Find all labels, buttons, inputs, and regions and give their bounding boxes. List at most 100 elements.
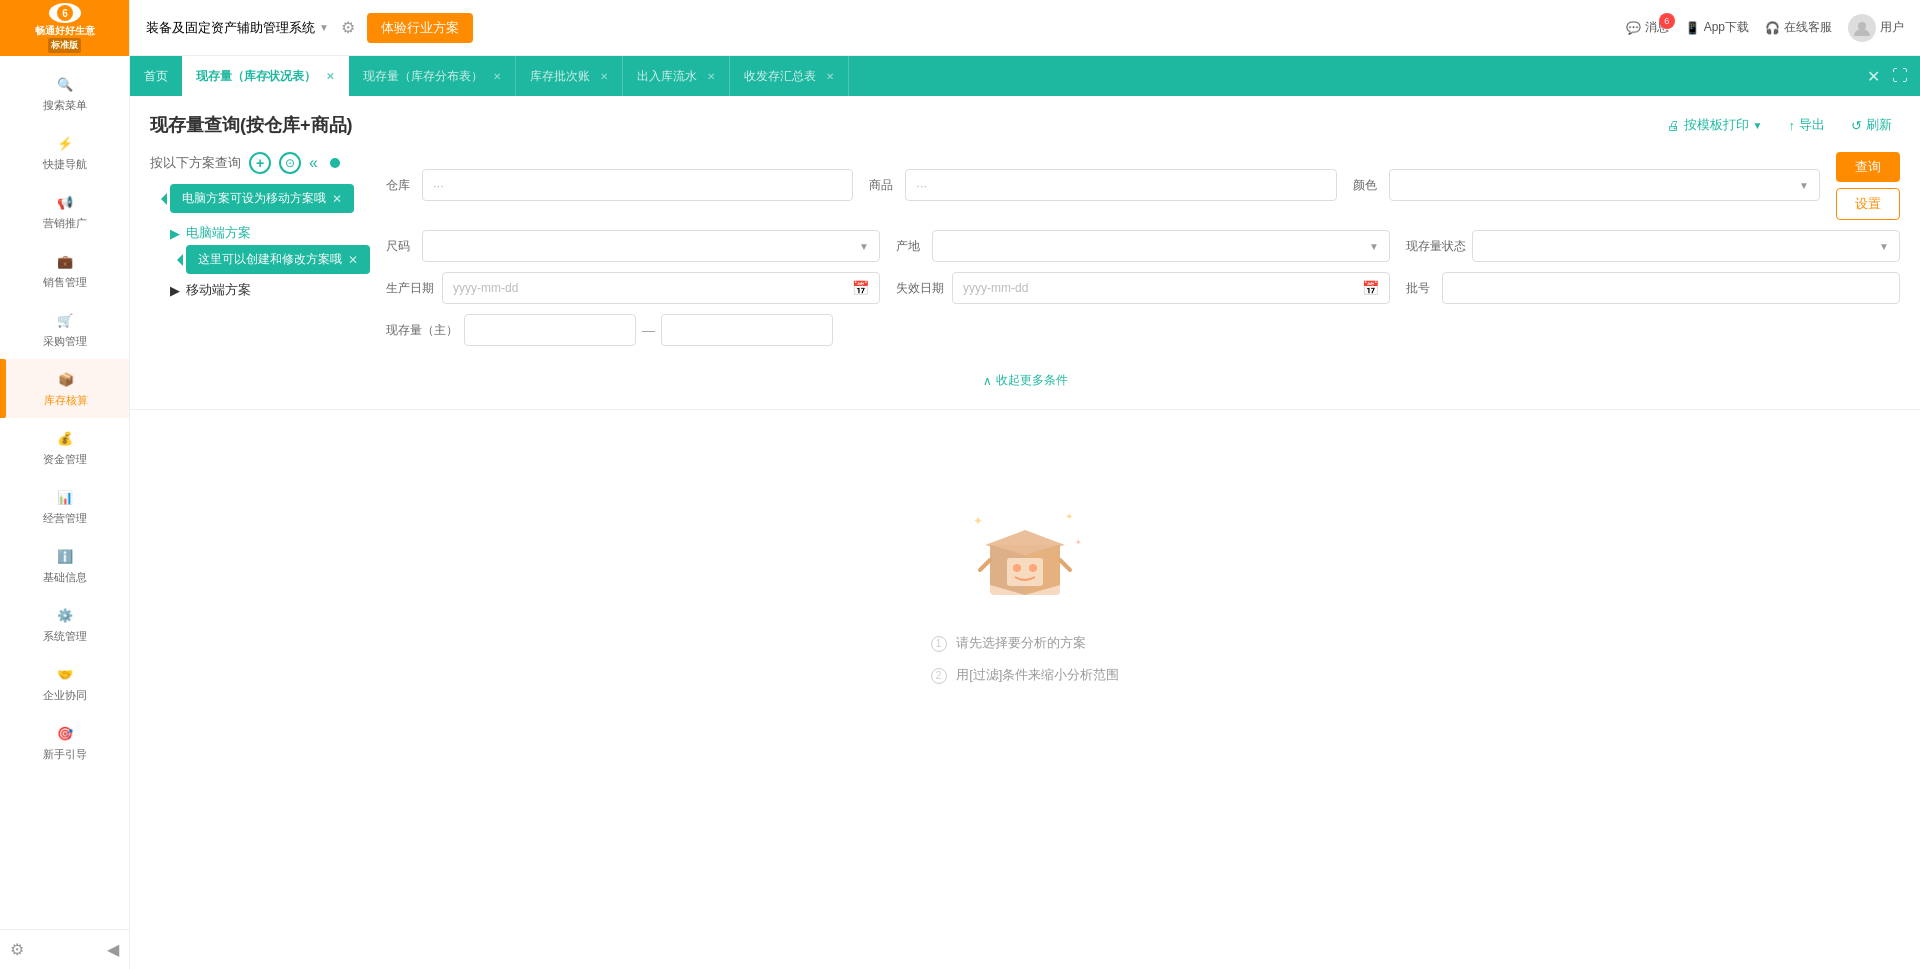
exp-date-label: 失效日期 [896, 280, 946, 297]
tab-home-label: 首页 [144, 68, 168, 85]
warehouse-select[interactable]: ··· [422, 169, 853, 201]
sidebar-item-purchase[interactable]: 🛒 采购管理 [0, 300, 129, 359]
svg-text:✦: ✦ [1075, 538, 1082, 547]
sidebar-item-cooperation[interactable]: 🤝 企业协同 [0, 654, 129, 713]
tab-close-icon[interactable]: ✕ [600, 71, 608, 82]
headset-icon: 🎧 [1765, 21, 1780, 35]
sidebar-item-finance[interactable]: 💰 资金管理 [0, 418, 129, 477]
product-label: 商品 [869, 177, 899, 194]
inv-range-min[interactable] [464, 314, 636, 346]
tab-close-all-icon[interactable]: ✕ [1863, 63, 1884, 90]
header-right: 💬 6 消息 📱 App下载 🎧 在线客服 用户 [1626, 14, 1904, 42]
sidebar-item-sales[interactable]: 💼 销售管理 [0, 241, 129, 300]
sidebar-item-inventory[interactable]: 📦 库存核算 [0, 359, 129, 418]
print-btn[interactable]: 🖨 按模板打印 ▼ [1659, 112, 1771, 138]
filter-fields: 仓库 ··· 商品 ··· [386, 150, 1900, 356]
collapse-btn[interactable]: ∧ 收起更多条件 [150, 364, 1900, 397]
page-actions: 🖨 按模板打印 ▼ ↑ 导出 ↺ 刷新 [1659, 112, 1900, 138]
schema-label: 移动端方案 [186, 281, 251, 299]
tab-close-icon[interactable]: ✕ [707, 71, 715, 82]
schema-panel: 按以下方案查询 + ⊙ « 电脑方案可设为移动方案哦 ✕ [150, 150, 370, 302]
tooltip-pc-close[interactable]: ✕ [332, 192, 342, 206]
sidebar-item-info[interactable]: ℹ️ 基础信息 [0, 536, 129, 595]
tab-close-icon[interactable]: ✕ [493, 71, 501, 82]
svg-point-5 [1013, 564, 1021, 572]
system-selector[interactable]: 装备及固定资产辅助管理系统 ▼ [146, 19, 329, 37]
svg-line-8 [1060, 560, 1070, 570]
filter-label: 按以下方案查询 [150, 154, 241, 172]
settings-icon[interactable]: ⚙ [341, 18, 355, 37]
tab-inventory-status[interactable]: 现存量（库存状况表） ✕ [182, 56, 349, 96]
back-schema-btn[interactable]: « [309, 154, 318, 172]
avatar [1848, 14, 1876, 42]
filter-warehouse: 仓库 ··· [386, 169, 853, 201]
inv-range-max[interactable] [661, 314, 833, 346]
tab-fullscreen-icon[interactable]: ⛶ [1888, 63, 1912, 89]
product-select[interactable]: ··· [905, 169, 1336, 201]
prod-date-input[interactable]: yyyy-mm-dd 📅 [442, 272, 880, 304]
online-support-item[interactable]: 🎧 在线客服 [1765, 19, 1832, 36]
user-item[interactable]: 用户 [1848, 14, 1904, 42]
message-item[interactable]: 💬 6 消息 [1626, 19, 1669, 36]
tab-inout-flow[interactable]: 出入库流水 ✕ [623, 56, 730, 96]
tooltip-edit-close[interactable]: ✕ [348, 253, 358, 267]
cooperation-icon: 🤝 [55, 664, 75, 684]
sidebar: 6 畅通好好生意 标准版 🔍 搜索菜单 ⚡ 快捷导航 📢 营销推广 💼 销售管理… [0, 0, 130, 969]
origin-select[interactable]: ▼ [932, 230, 1390, 262]
settings-icon[interactable]: ⚙ [10, 940, 24, 959]
size-select[interactable]: ▼ [422, 230, 880, 262]
tab-inventory-distribution[interactable]: 现存量（库存分布表） ✕ [349, 56, 516, 96]
logo-badge: 标准版 [48, 38, 81, 53]
tab-summary[interactable]: 收发存汇总表 ✕ [730, 56, 849, 96]
exp-date-input[interactable]: yyyy-mm-dd 📅 [952, 272, 1390, 304]
system-icon: ⚙️ [55, 605, 75, 625]
empty-tip-2: 2 用[过滤]条件来缩小分析范围 [931, 662, 1120, 688]
sidebar-item-label: 企业协同 [43, 688, 87, 703]
inv-status-select[interactable]: ▼ [1472, 230, 1900, 262]
tab-home[interactable]: 首页 [130, 56, 182, 96]
add-schema-btn[interactable]: + [249, 152, 271, 174]
query-btn[interactable]: 查询 [1836, 152, 1900, 182]
color-select[interactable]: ▼ [1389, 169, 1820, 201]
copy-schema-btn[interactable]: ⊙ [279, 152, 301, 174]
app-download-item[interactable]: 📱 App下载 [1685, 19, 1749, 36]
refresh-btn[interactable]: ↺ 刷新 [1843, 112, 1900, 138]
filter-exp-date: 失效日期 yyyy-mm-dd 📅 [896, 272, 1390, 304]
sidebar-item-navigation[interactable]: ⚡ 快捷导航 [0, 123, 129, 182]
exp-date-placeholder: yyyy-mm-dd [963, 281, 1028, 295]
schema-item-mobile[interactable]: ▶ 移动端方案 [170, 278, 370, 302]
svg-text:6: 6 [62, 8, 68, 19]
tab-close-icon[interactable]: ✕ [326, 71, 334, 82]
industry-btn[interactable]: 体验行业方案 [367, 13, 473, 43]
finance-icon: 💰 [55, 428, 75, 448]
reset-btn[interactable]: 设置 [1836, 188, 1900, 220]
tab-batch-account[interactable]: 库存批次账 ✕ [516, 56, 623, 96]
size-label: 尺码 [386, 238, 416, 255]
collapse-label: 收起更多条件 [996, 372, 1068, 389]
results-area: ✦ ✦ ✦ 1 请先选择要分析的方案 2 用[过滤]条件来缩小分析范围 [130, 410, 1920, 768]
export-btn[interactable]: ↑ 导出 [1781, 112, 1834, 138]
guide-icon: 🎯 [55, 723, 75, 743]
range-dash: — [642, 323, 655, 338]
export-label: 导出 [1799, 116, 1825, 134]
tab-close-icon[interactable]: ✕ [826, 71, 834, 82]
sidebar-item-marketing[interactable]: 📢 营销推广 [0, 182, 129, 241]
calendar-icon: 📅 [852, 280, 869, 296]
sidebar-item-label: 新手引导 [43, 747, 87, 762]
size-arrow: ▼ [859, 241, 869, 252]
message-badge: 6 [1659, 13, 1675, 29]
sidebar-item-search[interactable]: 🔍 搜索菜单 [0, 64, 129, 123]
tab-label: 出入库流水 [637, 68, 697, 85]
schema-item-pc[interactable]: ▶ 电脑端方案 [170, 221, 370, 245]
tab-label: 库存批次账 [530, 68, 590, 85]
navigation-icon: ⚡ [55, 133, 75, 153]
sidebar-item-system[interactable]: ⚙️ 系统管理 [0, 595, 129, 654]
sidebar-item-guide[interactable]: 🎯 新手引导 [0, 713, 129, 772]
batch-input[interactable] [1442, 272, 1900, 304]
collapse-sidebar-icon[interactable]: ◀ [107, 940, 119, 959]
tooltip-edit: 这里可以创建和修改方案哦 ✕ [186, 245, 370, 274]
sidebar-item-management[interactable]: 📊 经营管理 [0, 477, 129, 536]
query-buttons: 查询 设置 [1836, 150, 1900, 220]
calendar-icon: 📅 [1362, 280, 1379, 296]
batch-label: 批号 [1406, 280, 1436, 297]
